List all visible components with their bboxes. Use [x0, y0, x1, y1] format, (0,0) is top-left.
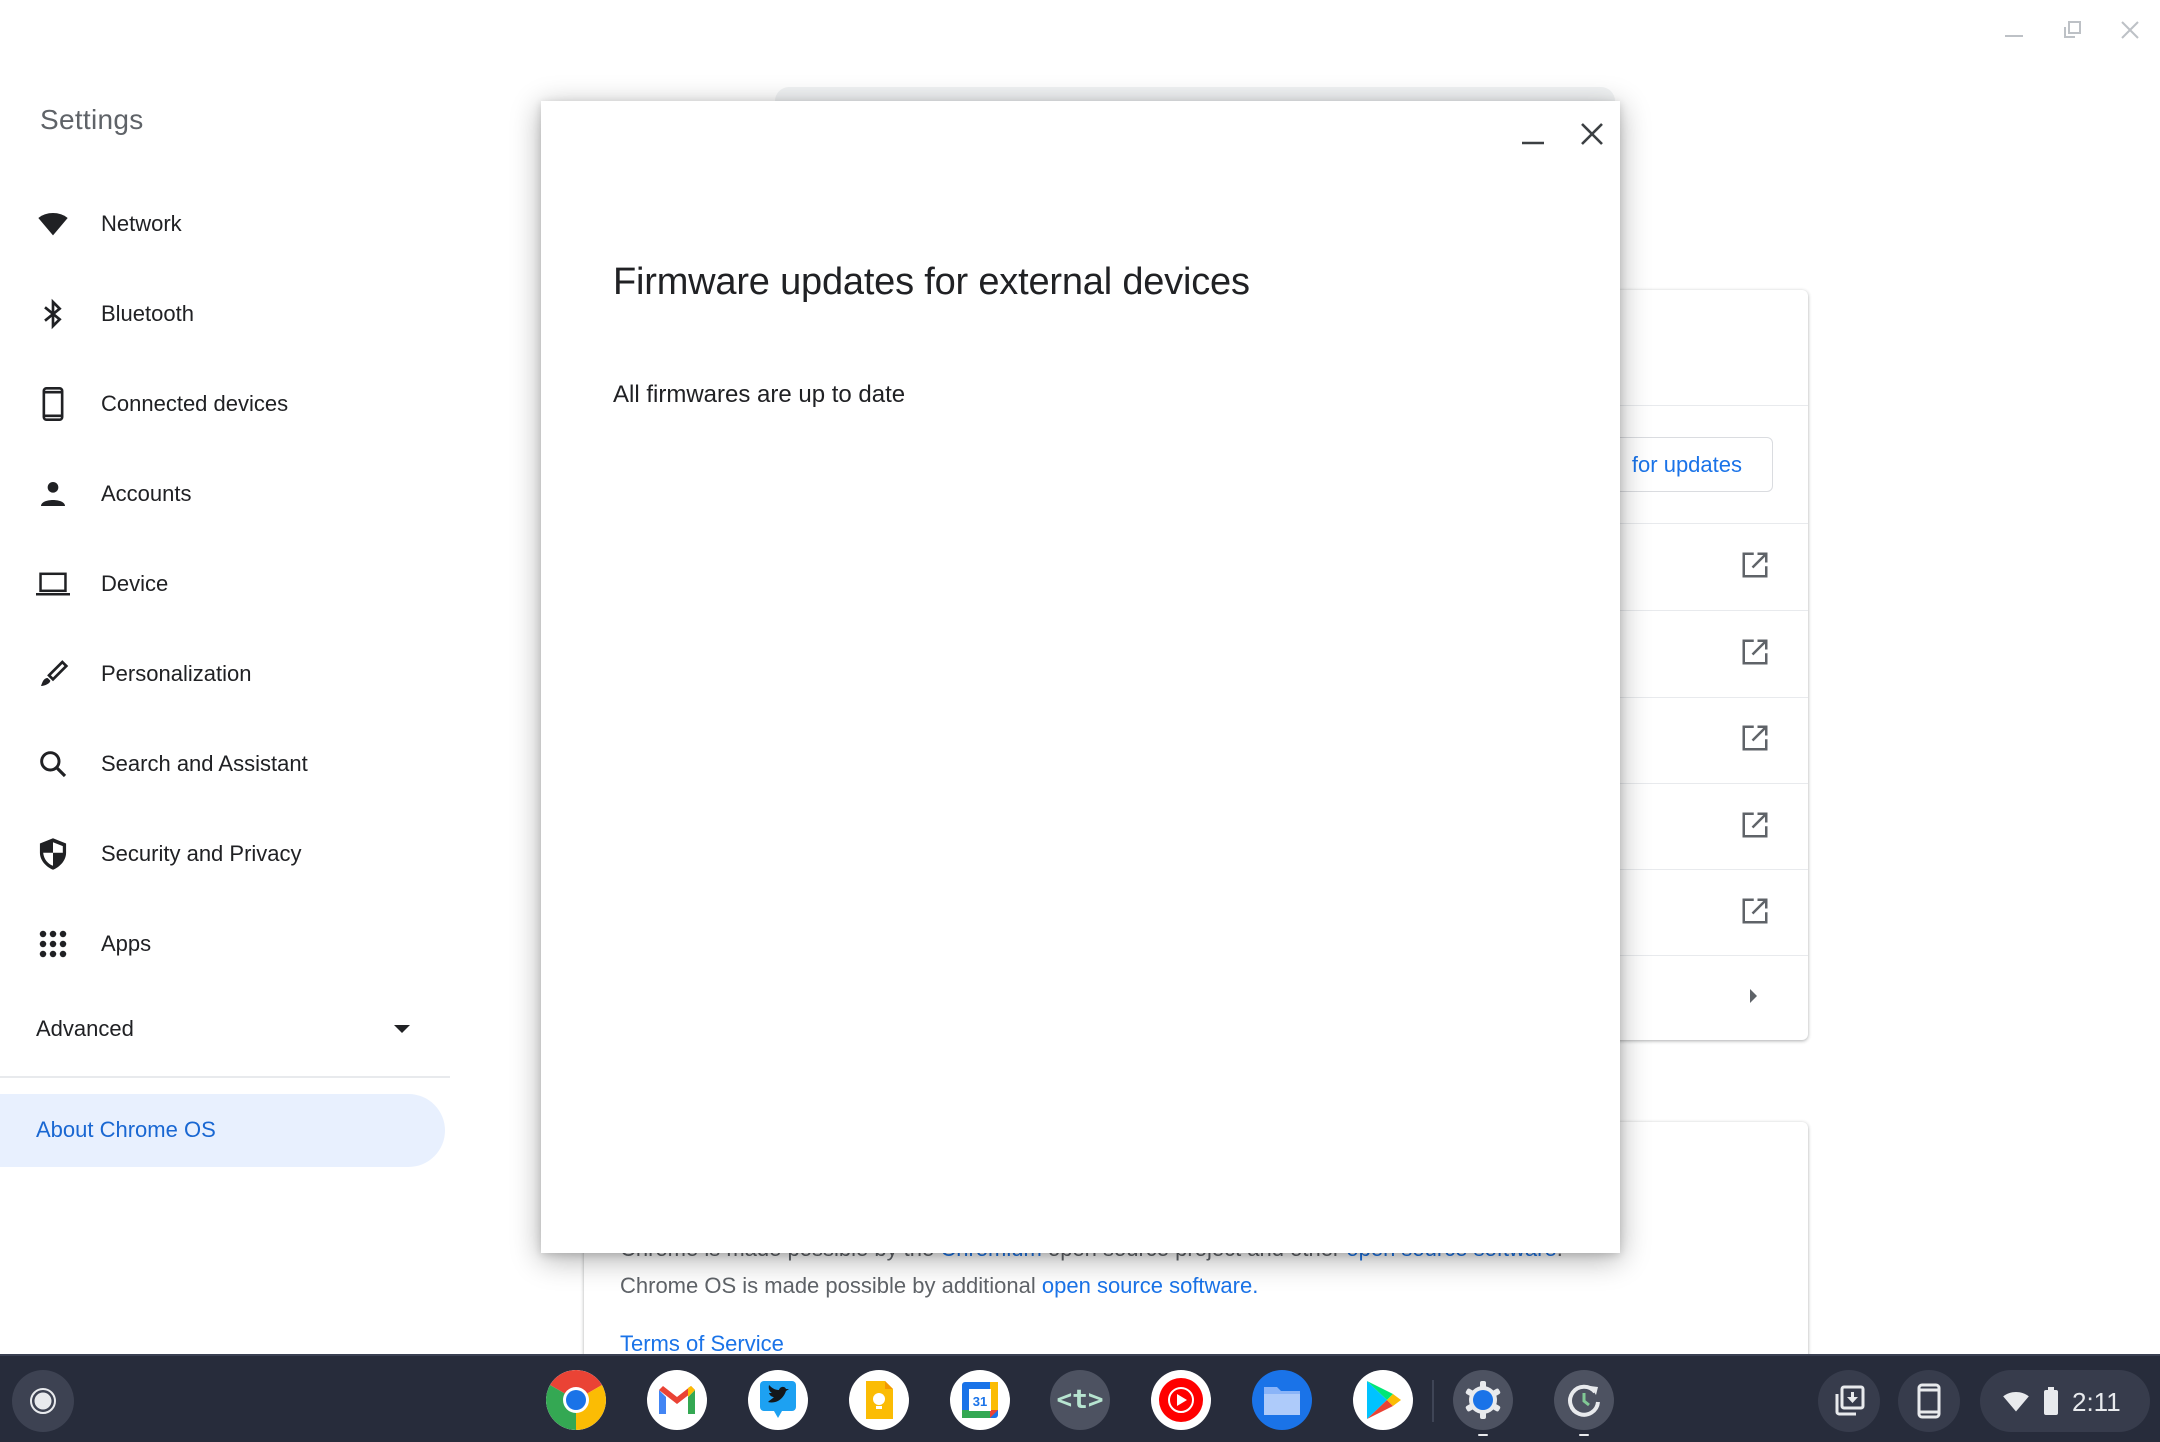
close-icon [1581, 123, 1603, 145]
advanced-label: Advanced [36, 1016, 134, 1041]
gmail-icon [659, 1386, 695, 1414]
window-close-button[interactable] [2110, 14, 2150, 46]
external-link-icon[interactable] [1740, 637, 1770, 667]
firmware-update-dialog: Firmware updates for external devices Al… [541, 101, 1620, 1253]
update-icon [1568, 1384, 1600, 1417]
external-link-icon[interactable] [1740, 896, 1770, 926]
apps-grid-icon [36, 927, 70, 961]
check-for-updates-label: for updates [1631, 452, 1742, 477]
dialog-close-button[interactable] [1575, 117, 1609, 151]
close-icon [2121, 21, 2139, 39]
sidebar-item-about-chrome-os[interactable]: About Chrome OS [0, 1094, 445, 1167]
sidebar-item-network[interactable]: Network [0, 192, 450, 256]
credits-line-2: Chrome OS is made possible by additional… [620, 1273, 1258, 1299]
search-icon [36, 747, 70, 781]
external-link-icon[interactable] [1740, 723, 1770, 753]
window-restore-button[interactable] [2052, 14, 2092, 46]
holding-space-icon [1835, 1385, 1865, 1416]
sidebar-advanced-toggle[interactable]: Advanced [0, 1000, 450, 1060]
shelf: 31 <t> 2:11 [0, 1354, 2160, 1442]
clock: 2:11 [2072, 1387, 2121, 1417]
shelf-app-youtube-music[interactable] [1151, 1370, 1211, 1430]
shelf-app-settings[interactable] [1453, 1370, 1513, 1430]
launcher-icon [30, 1388, 56, 1414]
phone-icon [36, 387, 70, 421]
restore-icon [2064, 21, 2081, 38]
shelf-app-firmware-updates[interactable] [1554, 1370, 1614, 1430]
laptop-icon [36, 567, 70, 601]
bluetooth-icon [36, 297, 70, 331]
shelf-app-gmail[interactable] [647, 1370, 707, 1430]
shelf-separator [1432, 1380, 1434, 1422]
dropdown-arrow-icon [394, 1025, 410, 1033]
wifi-icon [2003, 1391, 2029, 1412]
external-link-icon[interactable] [1740, 810, 1770, 840]
keep-icon [866, 1381, 893, 1419]
text-editor-icon: <t> [1056, 1385, 1104, 1415]
files-icon [1264, 1387, 1300, 1415]
credits-text: Chrome OS is made possible by additional [620, 1273, 1042, 1298]
chrome-icon [546, 1370, 606, 1430]
tweetdeck-icon [760, 1381, 796, 1418]
dialog-minimize-button[interactable] [1517, 123, 1549, 155]
phone-hub-button[interactable] [1898, 1370, 1960, 1432]
sidebar-item-label: Network [101, 211, 182, 236]
youtube-music-icon [1159, 1378, 1203, 1422]
sidebar-item-label: Connected devices [101, 391, 289, 416]
sidebar-item-label: Bluetooth [101, 301, 194, 326]
calendar-icon: 31 [962, 1382, 998, 1418]
sidebar-item-label: Apps [101, 931, 152, 956]
shelf-app-text[interactable]: <t> [1050, 1370, 1110, 1430]
sidebar-item-bluetooth[interactable]: Bluetooth [0, 282, 450, 346]
person-icon [36, 477, 70, 511]
sidebar-item-label: Search and Assistant [101, 751, 308, 776]
shelf-app-keep[interactable] [849, 1370, 909, 1430]
battery-icon [2044, 1387, 2058, 1415]
page-title: Settings [40, 104, 144, 135]
firmware-status-text: All firmwares are up to date [613, 381, 906, 408]
shelf-app-chrome[interactable] [546, 1370, 606, 1430]
sidebar-divider [0, 1076, 450, 1078]
shelf-app-play-store[interactable] [1353, 1370, 1413, 1430]
terms-of-service-link[interactable]: Terms of Service [620, 1331, 784, 1356]
sidebar-item-label: Accounts [101, 481, 192, 506]
phone-hub-icon [1917, 1383, 1941, 1419]
brush-icon [36, 657, 70, 691]
sidebar-item-apps[interactable]: Apps [0, 912, 450, 976]
sidebar-item-search-assistant[interactable]: Search and Assistant [0, 732, 450, 796]
sidebar-item-connected-devices[interactable]: Connected devices [0, 372, 450, 436]
running-indicator [1478, 1434, 1488, 1436]
dialog-title: Firmware updates for external devices [613, 261, 1250, 303]
settings-gear-icon [1465, 1381, 1501, 1419]
shelf-app-calendar[interactable]: 31 [950, 1370, 1010, 1430]
running-indicator [1579, 1434, 1589, 1436]
shield-icon [36, 837, 70, 871]
sidebar-item-label: About Chrome OS [36, 1117, 216, 1142]
open-source-link[interactable]: open source software [1042, 1273, 1252, 1298]
minimize-icon [2005, 35, 2023, 37]
holding-space-button[interactable] [1818, 1370, 1880, 1432]
credits-text: . [1252, 1273, 1259, 1298]
status-area-button[interactable]: 2:11 [1980, 1370, 2150, 1432]
wifi-icon [36, 207, 70, 241]
external-link-icon[interactable] [1740, 550, 1770, 580]
calendar-day-text: 31 [973, 1394, 987, 1409]
launcher-button[interactable] [12, 1370, 74, 1432]
sidebar-item-personalization[interactable]: Personalization [0, 642, 450, 706]
play-store-icon [1367, 1381, 1401, 1419]
sidebar-item-security-privacy[interactable]: Security and Privacy [0, 822, 450, 886]
sidebar-item-label: Security and Privacy [101, 841, 302, 866]
window-minimize-button[interactable] [1994, 14, 2034, 46]
sidebar-item-label: Personalization [101, 661, 252, 686]
shelf-app-files[interactable] [1252, 1370, 1312, 1430]
sidebar-item-device[interactable]: Device [0, 552, 450, 616]
shelf-app-tweetdeck[interactable] [748, 1370, 808, 1430]
sidebar-item-accounts[interactable]: Accounts [0, 462, 450, 526]
chevron-right-icon[interactable] [1750, 989, 1757, 1003]
sidebar-item-label: Device [101, 571, 169, 596]
minimize-icon [1522, 141, 1544, 145]
